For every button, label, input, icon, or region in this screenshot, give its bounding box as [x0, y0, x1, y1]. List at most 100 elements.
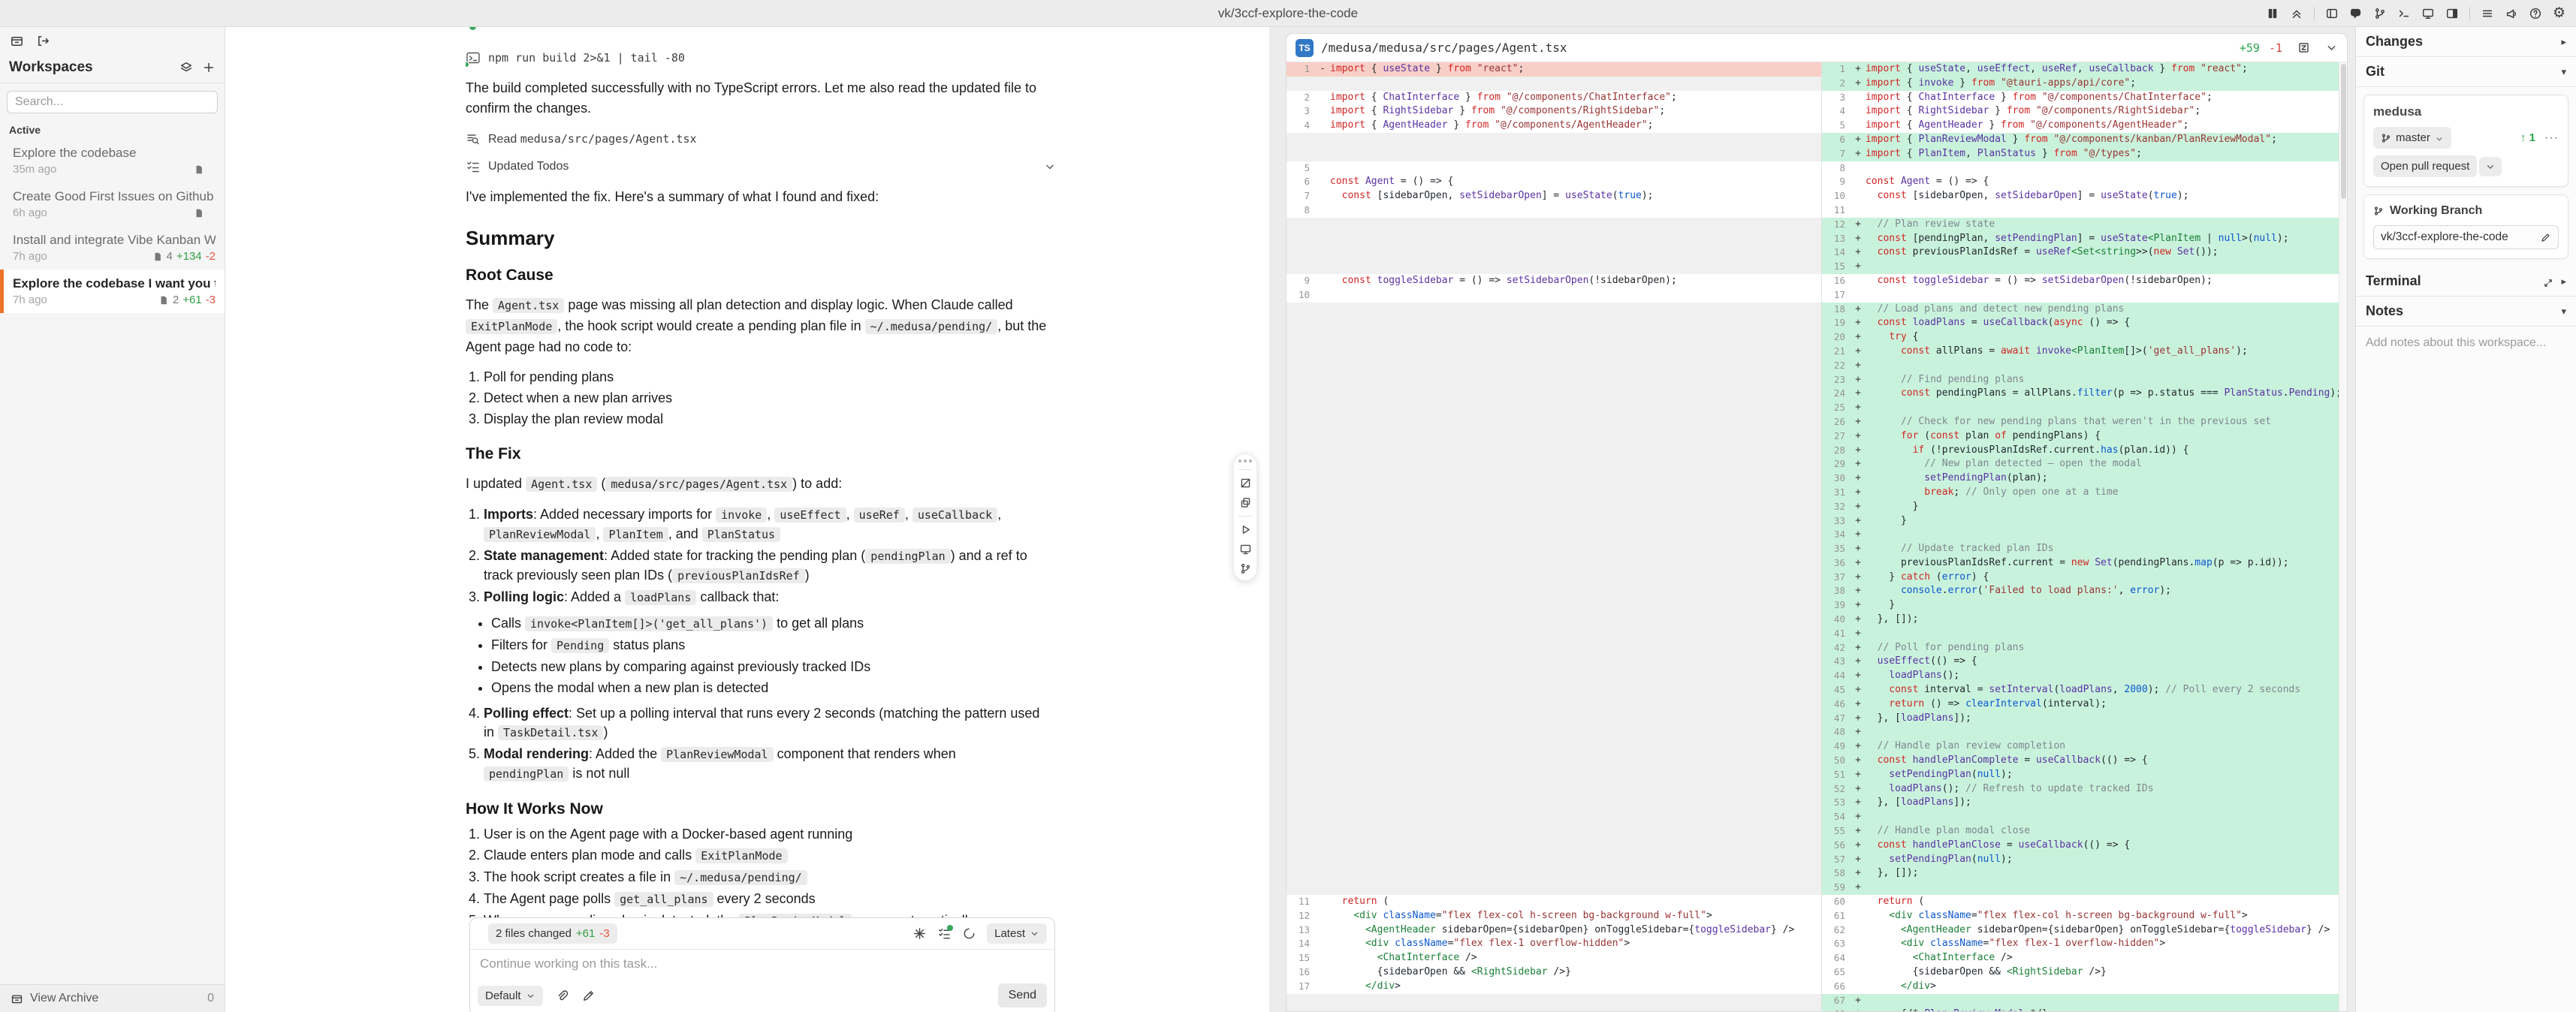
workspaces-header: Workspaces [0, 53, 225, 83]
diff-file-header[interactable]: TS /medusa/medusa/src/pages/Agent.tsx +5… [1286, 34, 2347, 62]
diff-code-row: 7 const [sidebarOpen, setSidebarOpen] = … [1286, 189, 1821, 203]
git-branch-icon[interactable] [2373, 7, 2387, 20]
diff-code-row: 44+ loadPlans(); [1822, 669, 2347, 683]
panel-right-icon[interactable] [2445, 7, 2459, 20]
preview-monitor-icon[interactable] [1239, 543, 1252, 556]
workspace-list-item[interactable]: Explore the codebase 35m ago [0, 139, 225, 182]
diff-gap-row [1286, 641, 1821, 655]
diff-code-row: 32+ } [1822, 500, 2347, 514]
workspace-list-item[interactable]: Install and integrate Vibe Kanban Web 7h… [0, 226, 225, 270]
terminal-section-header[interactable]: Terminal ▸ [2356, 267, 2576, 297]
chat-list: Calls invoke<PlanItem[]>('get_all_plans'… [472, 614, 1042, 697]
double-chevron-up-icon[interactable] [2290, 7, 2303, 20]
new-workspace-plus-icon[interactable] [202, 61, 216, 74]
diff-code-row: 25+ [1822, 401, 2347, 415]
changes-section-header[interactable]: Changes ▸ [2356, 27, 2576, 57]
drag-handle[interactable] [1238, 459, 1252, 462]
tool-call-todos[interactable]: Updated Todos [466, 159, 1056, 174]
workspace-list-item[interactable]: Create Good First Issues on Github So p … [0, 182, 225, 226]
diff-gap-row [1286, 401, 1821, 415]
files-changed-chip[interactable]: 2 files changed +61 -3 [488, 923, 617, 944]
inline-code: PlanStatus [702, 527, 780, 542]
diff-code-row: 19+ const loadPlans = useCallback(async … [1822, 316, 2347, 330]
pen-icon[interactable] [581, 989, 596, 1003]
diff-gap-row [1286, 627, 1821, 641]
file-icon [194, 164, 204, 175]
todos-status-icon[interactable] [937, 926, 952, 941]
expand-icon[interactable] [2543, 276, 2553, 287]
search-input[interactable] [7, 91, 218, 113]
archive-tray-icon[interactable] [10, 34, 24, 48]
diff-code-row: 7+import { PlanItem, PlanStatus } from "… [1822, 147, 2347, 161]
notes-placeholder[interactable]: Add notes about this workspace... [2356, 327, 2576, 360]
attach-paperclip-icon[interactable] [555, 989, 569, 1003]
diff-code-row: 42+ // Poll for pending plans [1822, 641, 2347, 655]
diff-code-row: 10 const [sidebarOpen, setSidebarOpen] =… [1822, 189, 2347, 203]
pause-icon[interactable] [2266, 7, 2279, 20]
chevron-down-icon[interactable] [1044, 161, 1056, 173]
message-input[interactable] [470, 950, 1054, 978]
settings-gear-icon[interactable]: ⚙ [2553, 7, 2565, 20]
notes-section-header[interactable]: Notes ▾ [2356, 297, 2576, 327]
diff-gap-row [1286, 486, 1821, 500]
inline-code: previousPlanIdsRef [672, 568, 805, 583]
loading-circle-icon[interactable] [962, 926, 976, 941]
list-item: Calls invoke<PlanItem[]>('get_all_plans'… [491, 614, 1042, 634]
tool-call-read[interactable]: Read medusa/src/pages/Agent.tsx [466, 131, 1056, 146]
diff-gap-row [1286, 824, 1821, 839]
file-icon [152, 251, 163, 262]
terminal-icon[interactable] [2397, 7, 2411, 20]
workspace-timestamp: 6h ago [13, 206, 47, 219]
run-play-icon[interactable] [1239, 523, 1252, 536]
diff-code-row: 38+ console.error('Failed to load plans:… [1822, 584, 2347, 598]
working-branch-input[interactable] [2381, 230, 2540, 244]
pr-options-dropdown[interactable] [2479, 157, 2502, 176]
branch-icon[interactable] [1239, 562, 1252, 575]
version-dropdown[interactable]: Latest [987, 923, 1047, 944]
send-button[interactable]: Send [998, 983, 1047, 1007]
diff-gap-row [1286, 571, 1821, 585]
autoscroll-toggle-icon[interactable] [1239, 477, 1252, 489]
diff-gap-row [1286, 613, 1821, 627]
diff-code-row: 49+ // Handle plan review completion [1822, 739, 2347, 754]
monitor-icon[interactable] [2421, 7, 2435, 20]
view-archive-row[interactable]: View Archive 0 [0, 984, 225, 1012]
chat-bubble-icon[interactable] [2349, 7, 2363, 20]
diff-code-row: 57+ setPendingPlan(null); [1822, 853, 2347, 867]
divider [2314, 7, 2315, 20]
diff-gap-row [1286, 260, 1821, 274]
tool-call-terminal[interactable]: npm run build 2>&1 | tail -80 [466, 50, 1056, 65]
titlebar-actions: ⚙ [2266, 0, 2565, 27]
collapse-chevron-icon[interactable] [2325, 41, 2338, 54]
model-dropdown[interactable]: Default [478, 986, 543, 1006]
diff-code-row: 12 <div className="flex flex-col h-scree… [1286, 909, 1821, 923]
todos-icon [466, 159, 481, 174]
edit-pencil-icon[interactable] [2540, 232, 2551, 243]
inline-code: useEffect [774, 508, 846, 523]
diff-gap-row [1286, 584, 1821, 598]
diff-code-row: 20+ try { [1822, 330, 2347, 345]
diff-scrollbar[interactable] [2339, 62, 2347, 1012]
copy-icon[interactable] [1239, 496, 1252, 509]
panel-left-icon[interactable] [2325, 7, 2339, 20]
diff-code-row: 68+ {/* Plan Review Modal */} [1822, 1007, 2347, 1012]
diff-gap-row [1286, 232, 1821, 246]
more-actions-icon[interactable]: ··· [2544, 131, 2559, 145]
diff-code-row: 14 <div className="flex flex-1 overflow-… [1286, 937, 1821, 951]
sidebar-collapse-icon[interactable] [36, 34, 50, 48]
spark-icon[interactable] [912, 926, 927, 941]
workspace-diff-badge: 2+61-3 [158, 294, 216, 306]
branch-dropdown[interactable]: master [2373, 127, 2451, 149]
layers-icon[interactable] [179, 61, 193, 74]
menu-icon[interactable] [2481, 7, 2494, 20]
help-icon[interactable] [2529, 7, 2542, 20]
diff-gap-row [1286, 697, 1821, 712]
megaphone-icon[interactable] [2505, 7, 2518, 20]
chat-heading: Root Cause [466, 267, 1056, 285]
workspace-list-item[interactable]: Explore the codebase I want you to exp 7… [0, 270, 225, 313]
chat-paragraph: The build completed successfully with no… [466, 78, 1051, 119]
whitespace-toggle-icon[interactable] [2297, 41, 2310, 54]
commits-ahead[interactable]: ↑ 1 [2520, 131, 2535, 144]
git-section-header[interactable]: Git ▾ [2356, 57, 2576, 87]
open-pull-request-button[interactable]: Open pull request [2373, 155, 2477, 177]
